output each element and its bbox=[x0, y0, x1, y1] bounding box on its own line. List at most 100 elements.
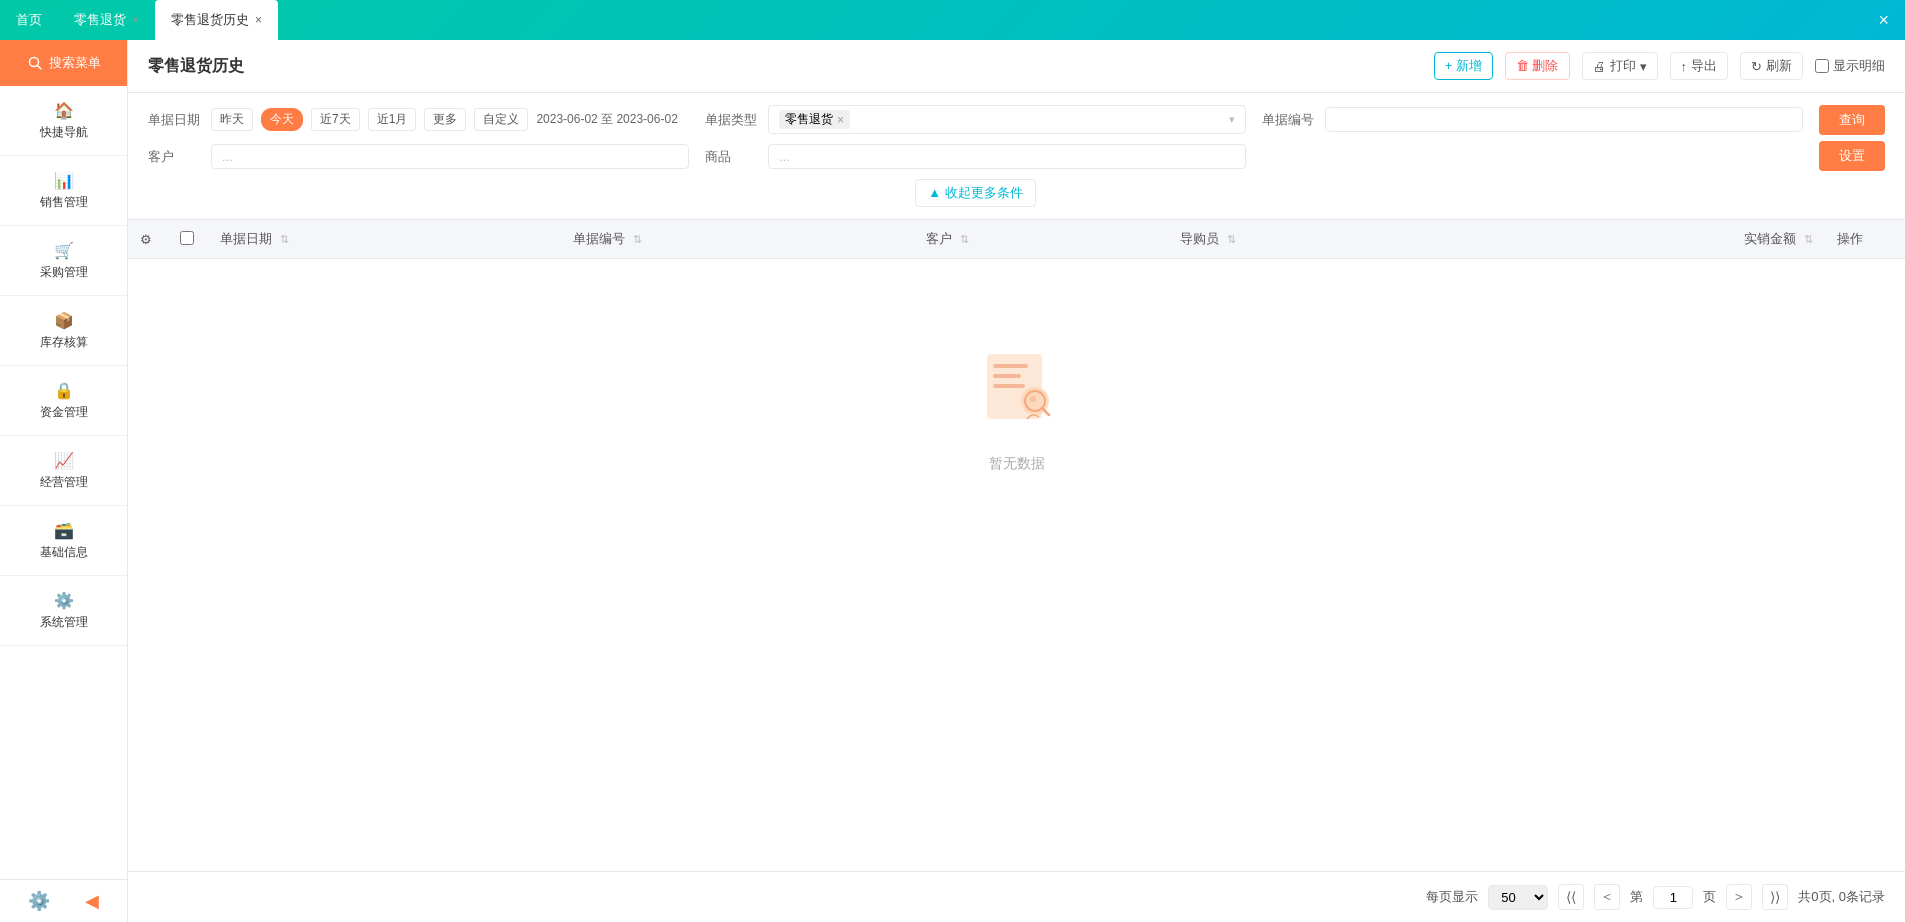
type-tag: 零售退货 × bbox=[779, 110, 850, 129]
sidebar-search-label: 搜索菜单 bbox=[49, 54, 101, 72]
settings-bottom-icon[interactable]: ⚙️ bbox=[28, 890, 50, 912]
customer-select[interactable]: ... bbox=[211, 144, 689, 169]
new-button[interactable]: + 新增 bbox=[1434, 52, 1493, 80]
sidebar-item-finance[interactable]: 🔒 资金管理 bbox=[0, 366, 127, 436]
th-guide-sort-icon: ⇅ bbox=[1227, 233, 1236, 245]
code-input[interactable] bbox=[1325, 107, 1803, 132]
th-customer-sort-icon: ⇅ bbox=[960, 233, 969, 245]
date-today[interactable]: 今天 bbox=[261, 108, 303, 131]
refresh-icon: ↻ bbox=[1751, 59, 1762, 74]
filter-settings-button[interactable]: 设置 bbox=[1819, 141, 1885, 171]
page-label: 第 bbox=[1630, 888, 1643, 906]
sidebar-item-operations[interactable]: 📈 经营管理 bbox=[0, 436, 127, 506]
type-tag-close[interactable]: × bbox=[837, 113, 844, 127]
sidebar-item-inventory[interactable]: 📦 库存核算 bbox=[0, 296, 127, 366]
type-select[interactable]: 零售退货 × ▾ bbox=[768, 105, 1246, 134]
display-detail-label: 显示明细 bbox=[1833, 57, 1885, 75]
sidebar-search-button[interactable]: 搜索菜单 bbox=[0, 40, 127, 86]
page-title: 零售退货历史 bbox=[148, 56, 244, 77]
display-detail-toggle[interactable]: 显示明细 bbox=[1815, 57, 1885, 75]
tab-retail-return-history-label: 零售退货历史 bbox=[171, 11, 249, 29]
system-icon: ⚙️ bbox=[54, 590, 74, 610]
filter-row-2: 客户 ... 商品 ... bbox=[148, 144, 1803, 169]
tab-home-label: 首页 bbox=[16, 11, 42, 29]
query-button[interactable]: 查询 bbox=[1819, 105, 1885, 135]
th-code[interactable]: 单据编号 ⇅ bbox=[561, 220, 914, 259]
tab-retail-return-history[interactable]: 零售退货历史 × bbox=[155, 0, 278, 40]
export-icon: ↑ bbox=[1681, 59, 1688, 74]
sidebar-item-quick-nav[interactable]: 🏠 快捷导航 bbox=[0, 86, 127, 156]
th-date[interactable]: 单据日期 ⇅ bbox=[208, 220, 561, 259]
select-all-checkbox[interactable] bbox=[180, 231, 194, 245]
next-page-button[interactable]: ＞ bbox=[1726, 884, 1752, 910]
sidebar-item-sales-label: 销售管理 bbox=[40, 194, 88, 211]
tab-retail-return-close[interactable]: × bbox=[132, 13, 139, 27]
tab-retail-return-history-close[interactable]: × bbox=[255, 13, 262, 27]
page-size-select[interactable]: 50 10 20 100 bbox=[1488, 885, 1548, 910]
window-close-button[interactable]: × bbox=[1862, 10, 1905, 31]
first-page-button[interactable]: ⟨⟨ bbox=[1558, 884, 1584, 910]
sidebar-item-purchase[interactable]: 🛒 采购管理 bbox=[0, 226, 127, 296]
date-more[interactable]: 更多 bbox=[424, 108, 466, 131]
goods-filter-field: 商品 ... bbox=[705, 144, 1246, 169]
sidebar-item-purchase-label: 采购管理 bbox=[40, 264, 88, 281]
refresh-label: 刷新 bbox=[1766, 57, 1792, 75]
date-custom[interactable]: 自定义 bbox=[474, 108, 528, 131]
sidebar-item-sales[interactable]: 📊 销售管理 bbox=[0, 156, 127, 226]
prev-page-button[interactable]: ＜ bbox=[1594, 884, 1620, 910]
customer-filter-field: 客户 ... bbox=[148, 144, 689, 169]
th-date-label: 单据日期 bbox=[220, 231, 272, 246]
filter-area: 单据日期 昨天 今天 近7天 近1月 更多 自定义 2023-06-02 至 2… bbox=[128, 93, 1905, 220]
svg-rect-5 bbox=[993, 384, 1025, 388]
page-unit: 页 bbox=[1703, 888, 1716, 906]
svg-line-1 bbox=[37, 66, 41, 70]
date-1month[interactable]: 近1月 bbox=[368, 108, 417, 131]
display-detail-checkbox[interactable] bbox=[1815, 59, 1829, 73]
operations-icon: 📈 bbox=[54, 450, 74, 470]
goods-select[interactable]: ... bbox=[768, 144, 1246, 169]
page-number-input[interactable] bbox=[1653, 886, 1693, 909]
sidebar-item-basic-info[interactable]: 🗃️ 基础信息 bbox=[0, 506, 127, 576]
sidebar-nav: 🏠 快捷导航 📊 销售管理 🛒 采购管理 📦 库存核算 🔒 资金管理 📈 bbox=[0, 86, 127, 879]
page-header: 零售退货历史 + 新增 🗑 删除 🖨 打印 ▾ ↑ 导出 ↻ 刷新 bbox=[128, 40, 1905, 93]
type-select-arrow-icon: ▾ bbox=[1229, 113, 1235, 126]
code-label: 单据编号 bbox=[1262, 111, 1317, 129]
th-amount[interactable]: 实销金额 ⇅ bbox=[1472, 220, 1825, 259]
collapse-row: ▲ 收起更多条件 bbox=[148, 179, 1803, 207]
refresh-button[interactable]: ↻ 刷新 bbox=[1740, 52, 1803, 80]
search-icon bbox=[27, 55, 43, 71]
collapse-sidebar-icon[interactable]: ◀ bbox=[85, 890, 99, 912]
delete-button[interactable]: 🗑 删除 bbox=[1505, 52, 1570, 80]
print-label: 打印 bbox=[1610, 57, 1636, 75]
table-body: 暂无数据 bbox=[128, 259, 1905, 554]
date-label: 单据日期 bbox=[148, 111, 203, 129]
sidebar: 搜索菜单 🏠 快捷导航 📊 销售管理 🛒 采购管理 📦 库存核算 🔒 资金管理 bbox=[0, 40, 128, 922]
date-yesterday[interactable]: 昨天 bbox=[211, 108, 253, 131]
empty-state: 暂无数据 bbox=[128, 259, 1905, 553]
print-button[interactable]: 🖨 打印 ▾ bbox=[1582, 52, 1658, 80]
th-checkbox[interactable] bbox=[168, 220, 208, 259]
th-customer[interactable]: 客户 ⇅ bbox=[914, 220, 1168, 259]
svg-point-9 bbox=[1030, 396, 1036, 402]
collapse-button[interactable]: ▲ 收起更多条件 bbox=[915, 179, 1035, 207]
date-7days[interactable]: 近7天 bbox=[311, 108, 360, 131]
export-button[interactable]: ↑ 导出 bbox=[1670, 52, 1729, 80]
date-range-display: 2023-06-02 至 2023-06-02 bbox=[536, 111, 677, 128]
th-settings[interactable]: ⚙ bbox=[128, 220, 168, 259]
tab-home[interactable]: 首页 bbox=[0, 0, 58, 40]
filter-row-1: 单据日期 昨天 今天 近7天 近1月 更多 自定义 2023-06-02 至 2… bbox=[148, 105, 1803, 134]
tab-retail-return[interactable]: 零售退货 × bbox=[58, 0, 155, 40]
type-tag-label: 零售退货 bbox=[785, 111, 833, 128]
sidebar-item-system[interactable]: ⚙️ 系统管理 bbox=[0, 576, 127, 646]
main-layout: 搜索菜单 🏠 快捷导航 📊 销售管理 🛒 采购管理 📦 库存核算 🔒 资金管理 bbox=[0, 40, 1905, 922]
th-guide-label: 导购员 bbox=[1180, 231, 1219, 246]
table-header: ⚙ 单据日期 ⇅ 单据编号 ⇅ 客户 bbox=[128, 220, 1905, 259]
th-code-label: 单据编号 bbox=[573, 231, 625, 246]
customer-placeholder: ... bbox=[222, 149, 233, 164]
th-guide[interactable]: 导购员 ⇅ bbox=[1168, 220, 1472, 259]
th-code-sort-icon: ⇅ bbox=[633, 233, 642, 245]
pagination-bar: 每页显示 50 10 20 100 ⟨⟨ ＜ 第 页 ＞ ⟩⟩ 共0页, 0条记… bbox=[128, 871, 1905, 922]
inventory-icon: 📦 bbox=[54, 310, 74, 330]
last-page-button[interactable]: ⟩⟩ bbox=[1762, 884, 1788, 910]
th-date-sort-icon: ⇅ bbox=[280, 233, 289, 245]
